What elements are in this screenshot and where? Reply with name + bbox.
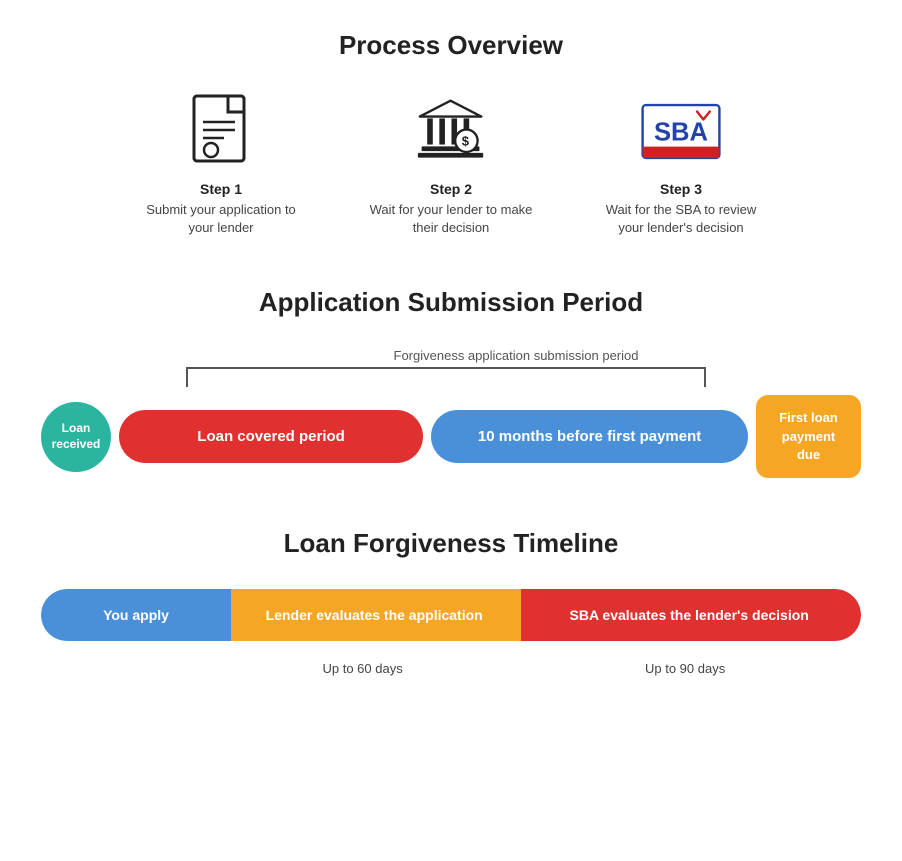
first-payment-text: First loan payment due [779,410,838,461]
ten-months-pill: 10 months before first payment [431,410,748,463]
step1-label: Step 1 [200,181,242,197]
step-1: Step 1 Submit your application to your l… [136,91,306,237]
step3-icon: SBA [641,91,721,171]
you-apply-bar: You apply [41,589,231,641]
step1-icon [181,91,261,171]
sba-evaluates-bar: SBA evaluates the lender's decision [506,589,861,641]
label-spacer [41,661,216,676]
step2-icon: $ [411,91,491,171]
process-overview-title: Process Overview [40,30,862,61]
svg-text:SBA: SBA [654,118,708,146]
page-container: Process Overview [0,0,902,706]
submission-period-section: Application Submission Period Forgivenes… [40,287,862,478]
label-60-days: Up to 60 days [216,661,509,676]
step1-desc: Submit your application to your lender [136,201,306,237]
forgiveness-timeline-section: Loan Forgiveness Timeline You apply Lend… [40,528,862,676]
label-90-days: Up to 90 days [509,661,861,676]
loan-covered-pill: Loan covered period [119,410,423,463]
steps-row: Step 1 Submit your application to your l… [40,91,862,237]
step2-label: Step 2 [430,181,472,197]
loan-received-text: Loan received [41,421,111,452]
step2-desc: Wait for your lender to make their decis… [366,201,536,237]
loan-received-circle: Loan received [41,402,111,472]
svg-text:$: $ [462,133,470,148]
lender-evaluates-bar: Lender evaluates the application [216,589,521,641]
submission-timeline: Forgiveness application submission perio… [41,348,861,478]
forgiveness-timeline-bar: You apply Lender evaluates the applicati… [41,589,861,641]
submission-timeline-row: Loan received Loan covered period 10 mon… [41,395,861,478]
timeline-labels: Up to 60 days Up to 90 days [41,661,861,676]
process-overview-section: Process Overview [40,30,862,237]
first-payment-pill: First loan payment due [756,395,861,478]
step-3: SBA Step 3 Wait for the SBA to review yo… [596,91,766,237]
submission-period-title: Application Submission Period [40,287,862,318]
bracket-line [186,367,706,387]
step-2: $ Step 2 Wait for your lender to make th… [366,91,536,237]
step3-label: Step 3 [660,181,702,197]
step3-desc: Wait for the SBA to review your lender's… [596,201,766,237]
forgiveness-label: Forgiveness application submission perio… [171,348,861,363]
forgiveness-timeline-title: Loan Forgiveness Timeline [40,528,862,559]
